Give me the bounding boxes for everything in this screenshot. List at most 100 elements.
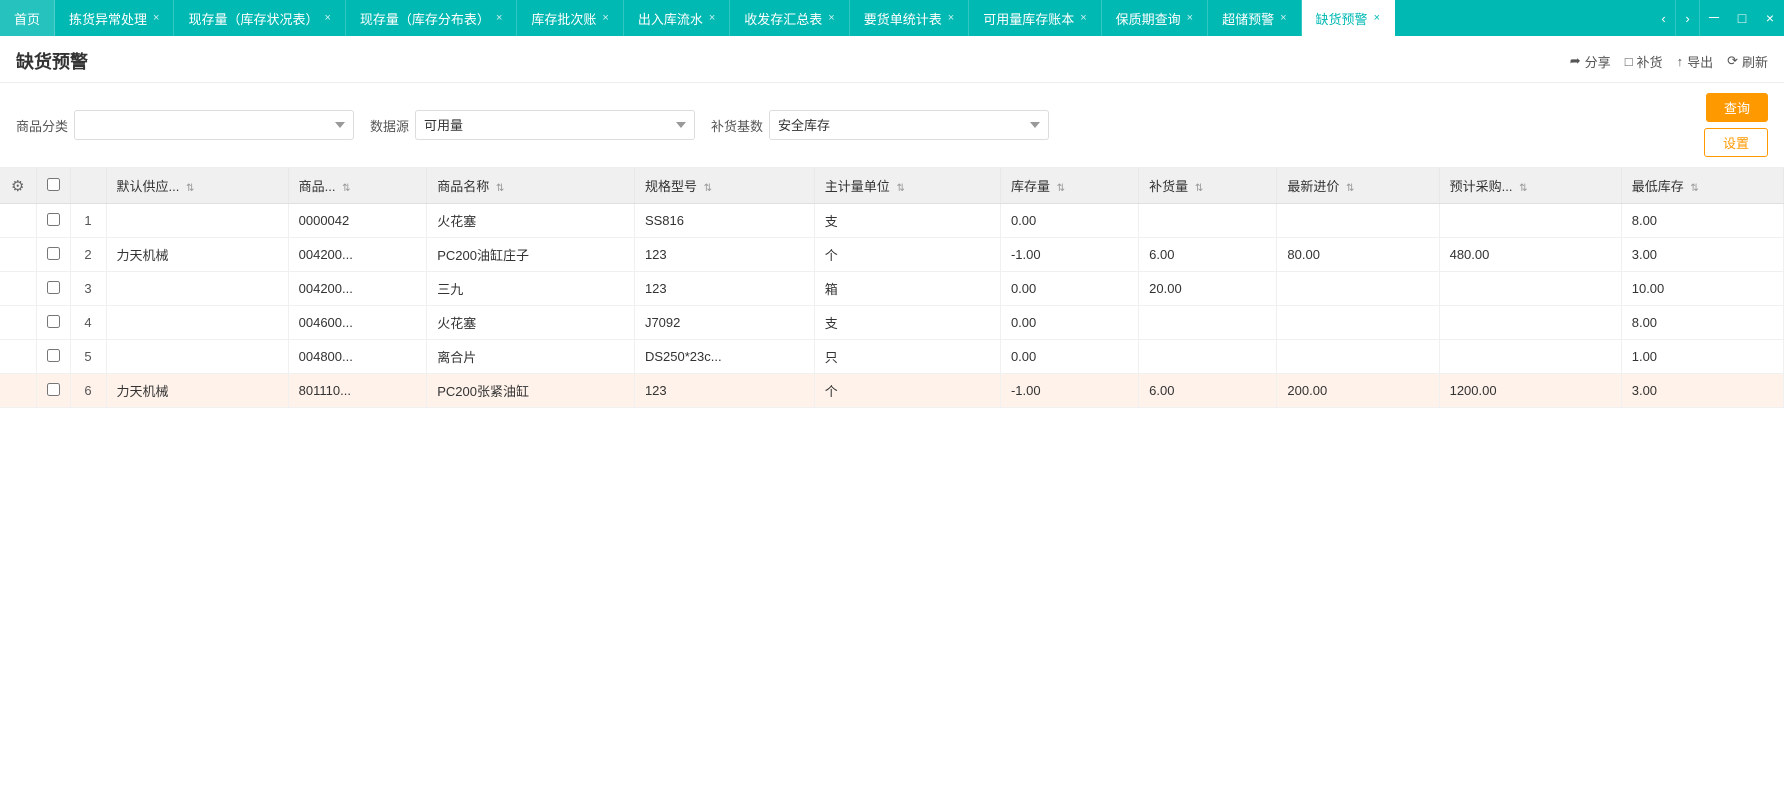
gear-icon[interactable]: ⚙ bbox=[11, 178, 24, 195]
close-tab-expiry-icon[interactable]: × bbox=[1187, 12, 1193, 24]
sort-est-purchase-icon[interactable]: ⇅ bbox=[1519, 183, 1527, 194]
est-purchase-cell: 480.00 bbox=[1439, 238, 1621, 272]
nav-tab-shortage[interactable]: 缺货预警× bbox=[1302, 0, 1395, 36]
select-all-checkbox[interactable] bbox=[47, 178, 60, 191]
product-code-cell: 801110... bbox=[288, 374, 427, 408]
row-checkbox-5[interactable] bbox=[47, 383, 60, 396]
close-tab-stock-dist-icon[interactable]: × bbox=[496, 12, 502, 24]
th-latest-price[interactable]: 最新进价 ⇅ bbox=[1277, 168, 1439, 204]
sort-spec-icon[interactable]: ⇅ bbox=[704, 183, 712, 194]
min-stock-cell: 1.00 bbox=[1621, 340, 1783, 374]
supplier-cell bbox=[106, 306, 288, 340]
restore-button[interactable]: □ bbox=[1728, 0, 1756, 36]
stock-qty-cell: 0.00 bbox=[1000, 272, 1138, 306]
close-tab-inout-flow-icon[interactable]: × bbox=[709, 12, 715, 24]
refresh-button[interactable]: ⟳ 刷新 bbox=[1727, 52, 1768, 71]
sort-unit-icon[interactable]: ⇅ bbox=[896, 183, 904, 194]
table-row: 3004200...三九123箱0.0020.0010.00 bbox=[0, 272, 1784, 306]
row-checkbox-1[interactable] bbox=[47, 247, 60, 260]
th-product-name-label: 商品名称 bbox=[437, 179, 489, 194]
close-tab-batch-icon[interactable]: × bbox=[602, 12, 608, 24]
close-tab-order-stat-icon[interactable]: × bbox=[948, 12, 954, 24]
nav-tab-avail-ledger[interactable]: 可用量库存账本× bbox=[969, 0, 1101, 36]
est-purchase-cell bbox=[1439, 272, 1621, 306]
replenish-button[interactable]: □ 补货 bbox=[1625, 52, 1663, 71]
settings-button[interactable]: 设置 bbox=[1704, 128, 1768, 157]
th-replenish-qty-label: 补货量 bbox=[1149, 179, 1188, 194]
nav-tab-inout-flow[interactable]: 出入库流水× bbox=[624, 0, 730, 36]
close-button[interactable]: × bbox=[1756, 0, 1784, 36]
minimize-button[interactable]: － bbox=[1700, 0, 1728, 36]
close-tab-exception-icon[interactable]: × bbox=[153, 12, 159, 24]
replenish-base-select[interactable]: 安全库存 bbox=[769, 110, 1049, 140]
sort-replenish-qty-icon[interactable]: ⇅ bbox=[1195, 183, 1203, 194]
refresh-icon: ⟳ bbox=[1727, 53, 1738, 69]
nav-tab-stock-dist[interactable]: 现存量（库存分布表）× bbox=[346, 0, 517, 36]
row-checkbox-0[interactable] bbox=[47, 213, 60, 226]
nav-prev-arrow[interactable]: ‹ bbox=[1652, 0, 1676, 36]
latest-price-cell: 200.00 bbox=[1277, 374, 1439, 408]
nav-tab-order-stat[interactable]: 要货单统计表× bbox=[850, 0, 969, 36]
category-select[interactable] bbox=[74, 110, 354, 140]
sort-product-code-icon[interactable]: ⇅ bbox=[342, 183, 350, 194]
replenish-qty-cell bbox=[1139, 340, 1277, 374]
row-checkbox-4[interactable] bbox=[47, 349, 60, 362]
sort-min-stock-icon[interactable]: ⇅ bbox=[1690, 183, 1698, 194]
row-num: 2 bbox=[70, 238, 106, 272]
nav-next-arrow[interactable]: › bbox=[1676, 0, 1700, 36]
row-checkbox-2[interactable] bbox=[47, 281, 60, 294]
nav-tab-stock-status[interactable]: 现存量（库存状况表）× bbox=[174, 0, 345, 36]
unit-cell: 支 bbox=[814, 306, 1000, 340]
close-tab-shortage-icon[interactable]: × bbox=[1374, 12, 1380, 24]
table-row: 5004800...离合片DS250*23c...只0.001.00 bbox=[0, 340, 1784, 374]
th-min-stock[interactable]: 最低库存 ⇅ bbox=[1621, 168, 1783, 204]
export-button[interactable]: ↑ 导出 bbox=[1677, 52, 1714, 71]
share-button[interactable]: ➦ 分享 bbox=[1570, 52, 1611, 71]
category-label: 商品分类 bbox=[16, 116, 68, 135]
nav-tab-overstock[interactable]: 超储预警× bbox=[1208, 0, 1301, 36]
nav-tab-expiry[interactable]: 保质期查询× bbox=[1102, 0, 1208, 36]
nav-tab-batch[interactable]: 库存批次账× bbox=[517, 0, 623, 36]
close-tab-stock-status-icon[interactable]: × bbox=[324, 12, 330, 24]
th-supplier[interactable]: 默认供应... ⇅ bbox=[106, 168, 288, 204]
row-checkbox-cell bbox=[36, 374, 70, 408]
th-unit[interactable]: 主计量单位 ⇅ bbox=[814, 168, 1000, 204]
sort-stock-qty-icon[interactable]: ⇅ bbox=[1057, 183, 1065, 194]
replenish-qty-cell bbox=[1139, 306, 1277, 340]
close-tab-avail-ledger-icon[interactable]: × bbox=[1080, 12, 1086, 24]
sort-latest-price-icon[interactable]: ⇅ bbox=[1346, 183, 1354, 194]
nav-tab-recv-summary[interactable]: 收发存汇总表× bbox=[730, 0, 849, 36]
row-num: 6 bbox=[70, 374, 106, 408]
nav-tab-exception[interactable]: 拣货异常处理× bbox=[55, 0, 174, 36]
table-row: 2力天机械004200...PC200油缸庄子123个-1.006.0080.0… bbox=[0, 238, 1784, 272]
main-table: ⚙ 默认供应... ⇅ 商品... ⇅ 商品名称 bbox=[0, 168, 1784, 408]
sort-supplier-icon[interactable]: ⇅ bbox=[186, 183, 194, 194]
table-row: 10000042火花塞SS816支0.008.00 bbox=[0, 204, 1784, 238]
spec-cell: 123 bbox=[634, 272, 814, 306]
nav-controls: － □ × bbox=[1700, 0, 1784, 36]
th-settings[interactable]: ⚙ bbox=[0, 168, 36, 204]
row-checkbox-cell bbox=[36, 340, 70, 374]
row-settings-cell bbox=[0, 340, 36, 374]
row-num: 4 bbox=[70, 306, 106, 340]
nav-tab-home[interactable]: 首页 bbox=[0, 0, 55, 36]
replenish-qty-cell: 6.00 bbox=[1139, 374, 1277, 408]
th-product-name[interactable]: 商品名称 ⇅ bbox=[427, 168, 635, 204]
header-actions: ➦ 分享 □ 补货 ↑ 导出 ⟳ 刷新 bbox=[1570, 52, 1768, 71]
th-replenish-qty[interactable]: 补货量 ⇅ bbox=[1139, 168, 1277, 204]
query-button[interactable]: 查询 bbox=[1706, 93, 1768, 122]
datasource-select[interactable]: 可用量 bbox=[415, 110, 695, 140]
row-checkbox-3[interactable] bbox=[47, 315, 60, 328]
th-checkbox bbox=[36, 168, 70, 204]
th-spec[interactable]: 规格型号 ⇅ bbox=[634, 168, 814, 204]
row-settings-cell bbox=[0, 374, 36, 408]
th-est-purchase[interactable]: 预计采购... ⇅ bbox=[1439, 168, 1621, 204]
stock-qty-cell: 0.00 bbox=[1000, 204, 1138, 238]
th-product-code[interactable]: 商品... ⇅ bbox=[288, 168, 427, 204]
sort-product-name-icon[interactable]: ⇅ bbox=[496, 183, 504, 194]
close-tab-recv-summary-icon[interactable]: × bbox=[828, 12, 834, 24]
close-tab-overstock-icon[interactable]: × bbox=[1280, 12, 1286, 24]
th-stock-qty[interactable]: 库存量 ⇅ bbox=[1000, 168, 1138, 204]
th-latest-price-label: 最新进价 bbox=[1287, 179, 1339, 194]
product-name-cell: PC200油缸庄子 bbox=[427, 238, 635, 272]
